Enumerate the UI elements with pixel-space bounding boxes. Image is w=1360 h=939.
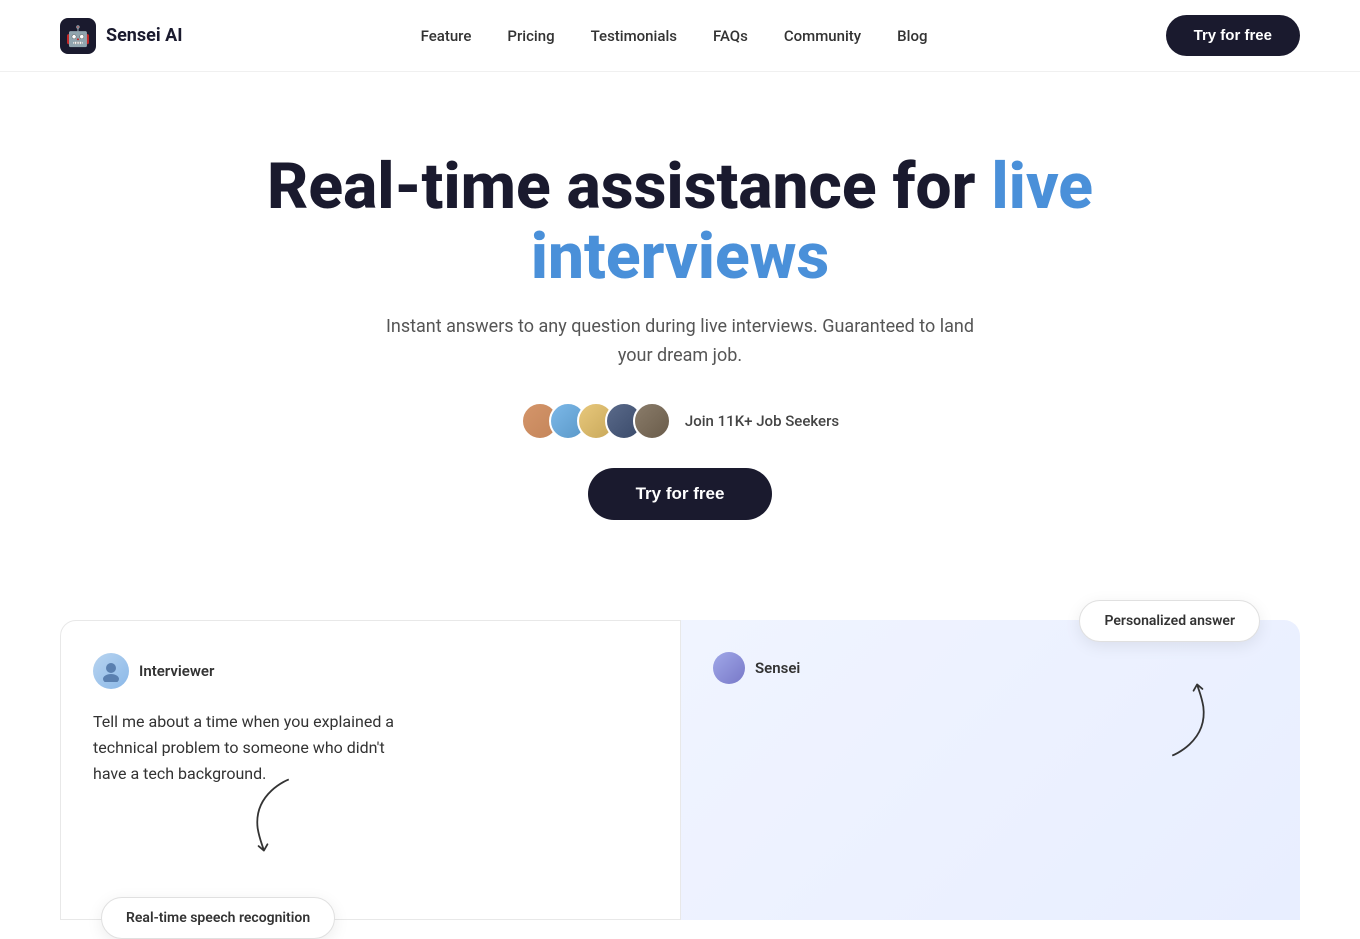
logo-icon: 🤖 xyxy=(60,18,96,54)
nav-faqs[interactable]: FAQs xyxy=(713,27,748,45)
nav-links: Feature Pricing Testimonials FAQs Commun… xyxy=(421,26,928,45)
arrow-right-decoration xyxy=(1160,680,1220,764)
personalized-answer-label: Personalized answer xyxy=(1104,613,1235,629)
navbar: 🤖 Sensei AI Feature Pricing Testimonials… xyxy=(0,0,1360,72)
nav-blog[interactable]: Blog xyxy=(897,27,927,45)
arrow-left-decoration xyxy=(241,775,301,859)
interviewer-header: Interviewer xyxy=(93,653,648,689)
avatar-stack xyxy=(521,402,671,440)
demo-section: Interviewer Tell me about a time when yo… xyxy=(60,620,1300,920)
nav-feature[interactable]: Feature xyxy=(421,27,472,45)
nav-community[interactable]: Community xyxy=(784,27,861,45)
nav-pricing[interactable]: Pricing xyxy=(507,27,554,45)
social-proof: Join 11K+ Job Seekers xyxy=(521,402,839,440)
interviewer-label: Interviewer xyxy=(139,662,214,680)
hero-title: Real-time assistance for live interviews xyxy=(230,152,1130,293)
sensei-avatar xyxy=(713,652,745,684)
nav-try-free-button[interactable]: Try for free xyxy=(1166,15,1300,56)
hero-title-part1: Real-time assistance for xyxy=(267,149,991,224)
hero-subtitle: Instant answers to any question during l… xyxy=(380,313,980,371)
hero-try-free-button[interactable]: Try for free xyxy=(588,468,773,520)
speech-recognition-badge: Real-time speech recognition xyxy=(101,897,335,939)
interviewer-avatar xyxy=(93,653,129,689)
demo-left-panel: Interviewer Tell me about a time when yo… xyxy=(60,620,681,920)
avatar-5 xyxy=(633,402,671,440)
nav-testimonials[interactable]: Testimonials xyxy=(591,27,677,45)
social-proof-text: Join 11K+ Job Seekers xyxy=(685,412,839,430)
logo-text: Sensei AI xyxy=(106,25,182,46)
logo[interactable]: 🤖 Sensei AI xyxy=(60,18,182,54)
personalized-answer-badge: Personalized answer xyxy=(1079,600,1260,642)
demo-right-panel: Sensei Personalized answer xyxy=(681,620,1300,920)
hero-section: Real-time assistance for live interviews… xyxy=(0,72,1360,580)
sensei-label: Sensei xyxy=(755,659,800,677)
speech-recognition-label: Real-time speech recognition xyxy=(126,910,310,926)
